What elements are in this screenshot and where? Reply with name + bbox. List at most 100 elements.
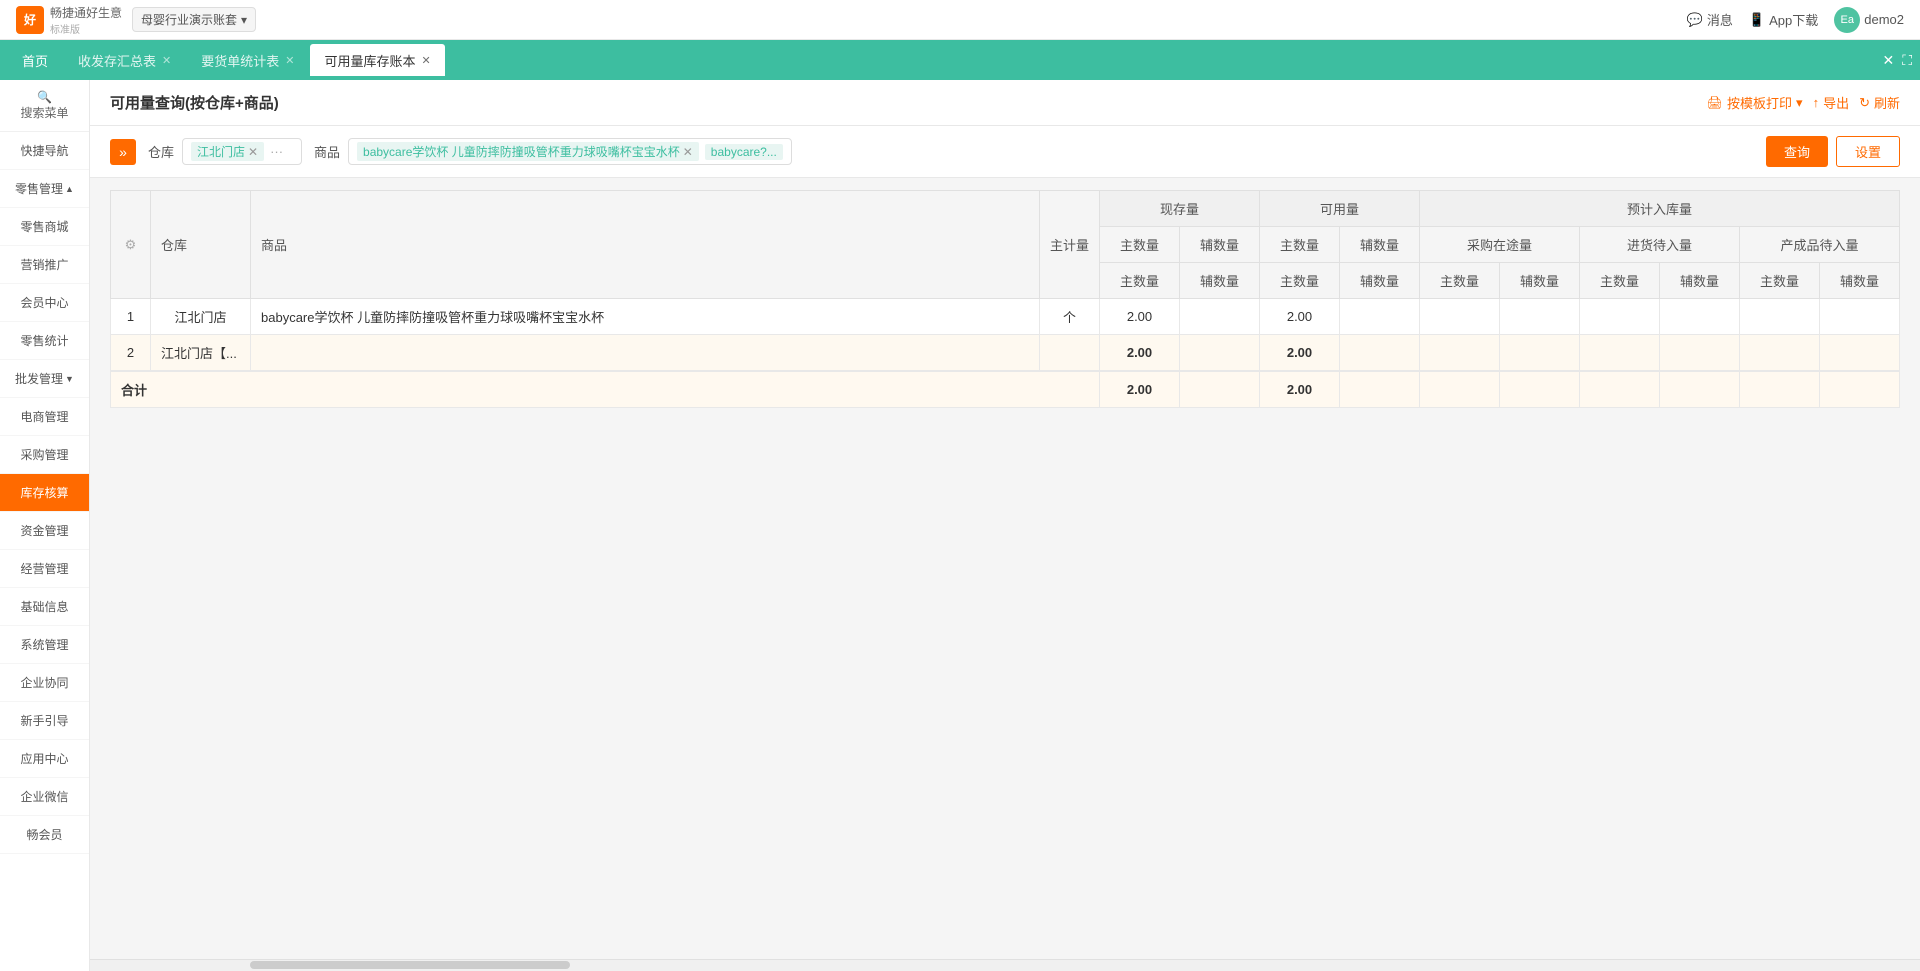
- cell-total-purchase-aux: [1500, 371, 1580, 408]
- th-purchase-main: 主数量: [1420, 263, 1500, 299]
- content-area: 可用量查询(按仓库+商品) 🖨 按模板打印 ▾ ↑ 导出 ↻ 刷新 »: [90, 80, 1920, 971]
- th-avail-main: 主数量: [1260, 227, 1340, 263]
- user-profile[interactable]: Ea demo2: [1834, 7, 1904, 33]
- tab-fullscreen-icon[interactable]: ⛶: [1902, 52, 1912, 69]
- horizontal-scrollbar[interactable]: [90, 959, 1920, 971]
- table-container: ⚙ 仓库 商品 主计量 现存量 可用量 预计入库量 主数量 辅数量 主数量 辅数…: [90, 178, 1920, 959]
- sidebar-item-system[interactable]: 系统管理: [0, 626, 89, 664]
- filter-toggle-btn[interactable]: »: [110, 139, 136, 165]
- app-download-btn[interactable]: 📱 App下载: [1749, 10, 1818, 29]
- top-bar-left: 好 畅捷通好生意 标准版 母婴行业演示账套 ▾: [16, 4, 256, 36]
- settings-btn[interactable]: 设置: [1836, 136, 1900, 167]
- message-btn[interactable]: 💬 消息: [1687, 10, 1733, 29]
- cell-subtotal-product: [251, 335, 1040, 372]
- sidebar-item-retail-mgmt[interactable]: 零售管理 ▲: [0, 170, 89, 208]
- print-icon: 🖨: [1707, 95, 1724, 111]
- sidebar-item-newbie[interactable]: 新手引导: [0, 702, 89, 740]
- gear-icon[interactable]: ⚙: [125, 237, 137, 252]
- sidebar-quick-nav: 快捷导航: [0, 132, 89, 170]
- sidebar-item-member2[interactable]: 畅会员: [0, 816, 89, 854]
- product-filter-group: 商品 babycare学饮杯 儿童防摔防撞吸管杯重力球吸嘴杯宝宝水杯 ✕ bab…: [314, 138, 792, 165]
- product-tag-1-remove[interactable]: ✕: [683, 145, 693, 159]
- sidebar-item-member[interactable]: 会员中心: [0, 284, 89, 322]
- th-purchase-sub: 采购在途量: [1420, 227, 1580, 263]
- sidebar-item-inventory[interactable]: 库存核算: [0, 474, 89, 512]
- cell-total-production-aux: [1820, 371, 1900, 408]
- tab-bar: 首页 收发存汇总表 ✕ 要货单统计表 ✕ 可用量库存账本 ✕ ✕ ⛶: [0, 40, 1920, 80]
- search-icon: 🔍: [8, 90, 81, 104]
- cell-stock-aux: [1180, 299, 1260, 335]
- warehouse-filter-tags[interactable]: 江北门店 ✕ ···: [182, 138, 302, 165]
- sidebar-item-retail-stats[interactable]: 零售统计: [0, 322, 89, 360]
- tab-close-order[interactable]: ✕: [285, 54, 294, 67]
- th-stock-group: 现存量: [1100, 191, 1260, 227]
- th-product: 商品: [251, 191, 1040, 299]
- sidebar-item-marketing[interactable]: 营销推广: [0, 246, 89, 284]
- tab-close-all-icon[interactable]: ✕: [1882, 52, 1894, 69]
- cell-subtotal-index: 2: [111, 335, 151, 372]
- sidebar-item-enterprise[interactable]: 企业协同: [0, 664, 89, 702]
- cell-avail-main: 2.00: [1260, 299, 1340, 335]
- product-filter-tags[interactable]: babycare学饮杯 儿童防摔防撞吸管杯重力球吸嘴杯宝宝水杯 ✕ babyca…: [348, 138, 792, 165]
- sidebar-item-retail-mall[interactable]: 零售商城: [0, 208, 89, 246]
- th-avail-main-2: 主数量: [1260, 263, 1340, 299]
- tab-close-receive[interactable]: ✕: [162, 54, 171, 67]
- sidebar-item-operation[interactable]: 经营管理: [0, 550, 89, 588]
- cell-subtotal-stock-main: 2.00: [1100, 335, 1180, 372]
- th-avail-aux-2: 辅数量: [1340, 263, 1420, 299]
- tab-home[interactable]: 首页: [8, 44, 62, 76]
- chevron-icon: ▲: [65, 184, 74, 194]
- cell-production-aux: [1820, 299, 1900, 335]
- sidebar-item-finance[interactable]: 资金管理: [0, 512, 89, 550]
- product-tag-2: babycare?...: [705, 144, 783, 160]
- sidebar-item-basic[interactable]: 基础信息: [0, 588, 89, 626]
- tab-order[interactable]: 要货单统计表 ✕: [187, 44, 308, 76]
- scroll-thumb[interactable]: [250, 961, 570, 969]
- sidebar-item-purchase[interactable]: 采购管理: [0, 436, 89, 474]
- th-production-aux: 辅数量: [1820, 263, 1900, 299]
- message-icon: 💬: [1687, 12, 1703, 28]
- cell-total-stock-aux: [1180, 371, 1260, 408]
- th-arrival-aux: 辅数量: [1660, 263, 1740, 299]
- th-stock-aux: 辅数量: [1180, 227, 1260, 263]
- sidebar-item-enterprise-wechat[interactable]: 企业微信: [0, 778, 89, 816]
- tab-bar-actions: ✕ ⛶: [1882, 52, 1912, 69]
- cell-stock-main: 2.00: [1100, 299, 1180, 335]
- data-table: ⚙ 仓库 商品 主计量 现存量 可用量 预计入库量 主数量 辅数量 主数量 辅数…: [110, 190, 1900, 408]
- sidebar-search[interactable]: 🔍 搜索菜单: [0, 80, 89, 132]
- tab-available[interactable]: 可用量库存账本 ✕: [310, 44, 444, 76]
- cell-total-production-main: [1740, 371, 1820, 408]
- th-arrival-main: 主数量: [1580, 263, 1660, 299]
- cell-total-label: 合计: [111, 371, 1100, 408]
- sidebar-item-ecommerce[interactable]: 电商管理: [0, 398, 89, 436]
- th-avail-aux: 辅数量: [1340, 227, 1420, 263]
- sidebar-item-wholesale[interactable]: 批发管理 ▼: [0, 360, 89, 398]
- product-tag-1: babycare学饮杯 儿童防摔防撞吸管杯重力球吸嘴杯宝宝水杯 ✕: [357, 142, 699, 161]
- chevron-down-icon: ▼: [65, 374, 74, 384]
- refresh-btn[interactable]: ↻ 刷新: [1859, 93, 1900, 112]
- template-print-btn[interactable]: 🖨 按模板打印 ▾: [1707, 93, 1803, 112]
- cell-production-main: [1740, 299, 1820, 335]
- tab-receive[interactable]: 收发存汇总表 ✕: [64, 44, 185, 76]
- chevron-down-icon: ▾: [1796, 95, 1803, 111]
- query-btn[interactable]: 查询: [1766, 136, 1828, 167]
- cell-total-avail-main: 2.00: [1260, 371, 1340, 408]
- th-stock-aux-2: 辅数量: [1180, 263, 1260, 299]
- sidebar-item-app-center[interactable]: 应用中心: [0, 740, 89, 778]
- cell-avail-aux: [1340, 299, 1420, 335]
- total-row: 合计 2.00 2.00: [111, 371, 1900, 408]
- tab-close-available[interactable]: ✕: [422, 54, 431, 67]
- cell-arrival-main: [1580, 299, 1660, 335]
- product-filter-label: 商品: [314, 142, 340, 161]
- warehouse-tag: 江北门店 ✕: [191, 142, 264, 161]
- warehouse-tag-remove[interactable]: ✕: [248, 145, 258, 159]
- industry-selector[interactable]: 母婴行业演示账套 ▾: [132, 7, 256, 32]
- top-bar: 好 畅捷通好生意 标准版 母婴行业演示账套 ▾ 💬 消息 📱 App下载 Ea …: [0, 0, 1920, 40]
- cell-subtotal-arrival-aux: [1660, 335, 1740, 372]
- page-title: 可用量查询(按仓库+商品): [110, 92, 279, 125]
- export-icon: ↑: [1813, 95, 1820, 110]
- cell-subtotal-production-main: [1740, 335, 1820, 372]
- export-btn[interactable]: ↑ 导出: [1813, 93, 1850, 112]
- cell-subtotal-warehouse: 江北门店【...: [151, 335, 251, 372]
- warehouse-filter-label: 仓库: [148, 142, 174, 161]
